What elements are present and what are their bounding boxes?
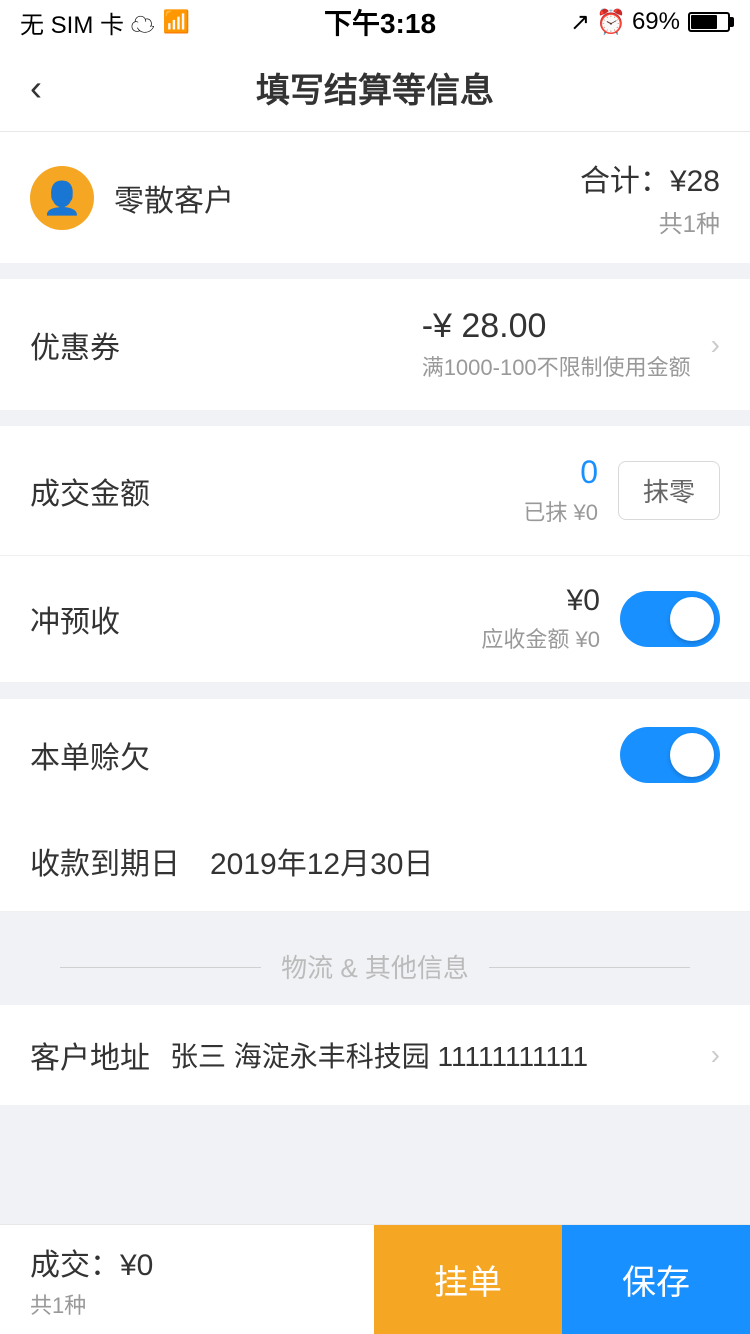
amount-section: 成交金额 0 已抹 ¥0 抹零 冲预收 ¥0 应收金额 ¥0 — [0, 426, 750, 683]
content: 👤 零散客户 合计：¥28 共1种 优惠券 -¥ 28.00 满1000-100… — [0, 132, 750, 1241]
save-button[interactable]: 保存 — [562, 1225, 750, 1334]
deal-amount-row: 成交金额 0 已抹 ¥0 抹零 — [0, 426, 750, 556]
customer-avatar: 👤 — [30, 166, 94, 230]
due-date-value: 2019年12月30日 — [210, 839, 433, 883]
bottom-deal: 成交：¥0 — [30, 1240, 344, 1284]
battery-percent: 69% — [632, 8, 680, 36]
address-label: 客户地址 — [30, 1033, 150, 1077]
prepay-label: 冲预收 — [30, 597, 120, 641]
logistics-divider: 物流 & 其他信息 — [0, 928, 750, 1005]
prepay-right: ¥0 应收金额 ¥0 — [481, 584, 720, 654]
address-value: 张三 海淀永丰科技园 11111111111 — [170, 1035, 711, 1075]
coupon-chevron-icon: › — [711, 329, 720, 361]
bottom-deal-label: 成交： — [30, 1249, 120, 1282]
deal-amount-sub: 已抹 ¥0 — [523, 495, 598, 527]
prepay-toggle[interactable] — [620, 591, 720, 647]
deal-amount-block: 0 已抹 ¥0 — [523, 454, 598, 527]
coupon-right: -¥ 28.00 满1000-100不限制使用金额 › — [422, 307, 720, 382]
round-zero-button[interactable]: 抹零 — [618, 461, 720, 520]
coupon-amount: -¥ 28.00 — [422, 307, 691, 346]
prepay-amounts: ¥0 应收金额 ¥0 — [481, 584, 600, 654]
total-price: 合计：¥28 — [580, 156, 720, 200]
bottom-count: 共1种 — [30, 1288, 344, 1320]
coupon-label: 优惠券 — [30, 323, 120, 367]
debt-toggle-knob — [670, 733, 714, 777]
debt-section: 本单赊欠 收款到期日 2019年12月30日 — [0, 699, 750, 912]
avatar-icon: 👤 — [42, 179, 82, 217]
back-button[interactable]: ‹ — [30, 67, 42, 109]
prepay-sub: 应收金额 ¥0 — [481, 622, 600, 654]
debt-label: 本单赊欠 — [30, 733, 150, 777]
prepay-amount: ¥0 — [481, 584, 600, 618]
status-time: 下午3:18 — [324, 2, 436, 42]
hold-button[interactable]: 挂单 — [374, 1225, 562, 1334]
bottom-summary: 成交：¥0 共1种 — [0, 1240, 374, 1320]
bottom-bar: 成交：¥0 共1种 挂单 保存 — [0, 1224, 750, 1334]
coupon-section[interactable]: 优惠券 -¥ 28.00 满1000-100不限制使用金额 › — [0, 279, 750, 410]
customer-section: 👤 零散客户 合计：¥28 共1种 — [0, 132, 750, 263]
address-section[interactable]: 客户地址 张三 海淀永丰科技园 11111111111 › — [0, 1005, 750, 1105]
prepay-row: 冲预收 ¥0 应收金额 ¥0 — [0, 556, 750, 683]
customer-name: 零散客户 — [114, 176, 234, 220]
nav-bar: ‹ 填写结算等信息 — [0, 44, 750, 132]
address-row[interactable]: 客户地址 张三 海淀永丰科技园 11111111111 › — [0, 1005, 750, 1105]
logistics-label: 物流 & 其他信息 — [261, 953, 489, 983]
total-count: 共1种 — [580, 204, 720, 239]
prepay-toggle-knob — [670, 597, 714, 641]
battery-icon — [688, 12, 730, 32]
wifi-icon: 📶 — [163, 9, 190, 35]
due-date-row: 收款到期日 2019年12月30日 — [0, 811, 750, 912]
deal-amount-label: 成交金额 — [30, 469, 150, 513]
location-icon: ↗ — [570, 8, 590, 37]
alarm-icon: ⏰ — [596, 8, 626, 37]
status-right: ↗ ⏰ 69% — [570, 8, 730, 37]
status-bar: 无 SIM 卡 ☁ 📶 下午3:18 ↗ ⏰ 69% — [0, 0, 750, 44]
deal-amount-right: 0 已抹 ¥0 抹零 — [523, 454, 720, 527]
deal-amount-value[interactable]: 0 — [580, 454, 598, 490]
status-left: 无 SIM 卡 ☁ 📶 — [20, 5, 190, 40]
coupon-value-block: -¥ 28.00 满1000-100不限制使用金额 — [422, 307, 691, 382]
customer-left: 👤 零散客户 — [30, 166, 234, 230]
address-chevron-icon: › — [711, 1039, 720, 1071]
page-title: 填写结算等信息 — [256, 63, 494, 112]
debt-toggle[interactable] — [620, 727, 720, 783]
bottom-deal-value: ¥0 — [120, 1249, 153, 1282]
debt-row: 本单赊欠 — [0, 699, 750, 811]
due-date-label: 收款到期日 — [30, 839, 180, 883]
customer-right: 合计：¥28 共1种 — [580, 156, 720, 239]
coupon-row[interactable]: 优惠券 -¥ 28.00 满1000-100不限制使用金额 › — [0, 279, 750, 410]
coupon-desc: 满1000-100不限制使用金额 — [422, 350, 691, 382]
sim-text: 无 SIM 卡 ☁ — [20, 5, 155, 40]
